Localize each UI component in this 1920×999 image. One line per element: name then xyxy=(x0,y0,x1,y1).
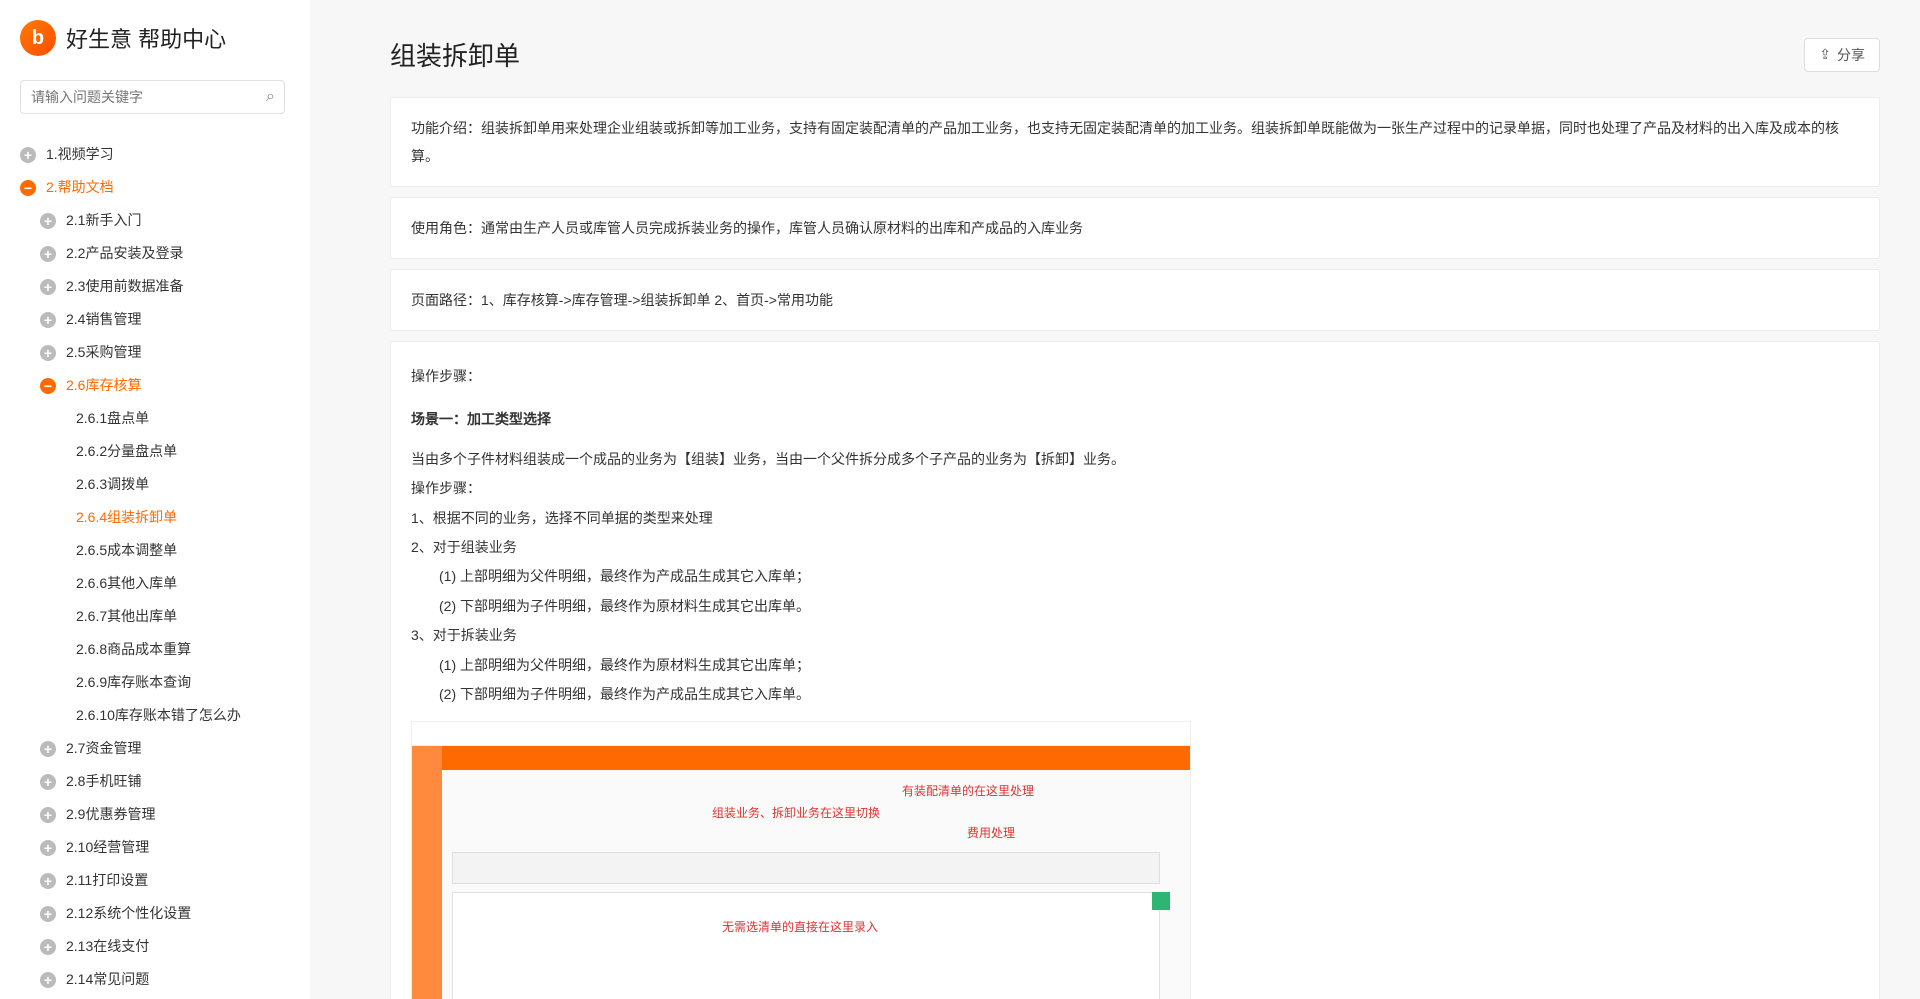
share-label: 分享 xyxy=(1837,45,1865,65)
nav-2-6-7[interactable]: 2.6.7其他出库单 xyxy=(20,600,310,633)
screenshot-image: 组装业务、拆卸业务在这里切换 有装配清单的在这里处理 费用处理 无需选清单的直接… xyxy=(411,721,1191,999)
nav-2-10[interactable]: +2.10经营管理 xyxy=(20,831,310,864)
plus-icon: + xyxy=(40,279,56,295)
plus-icon: + xyxy=(20,147,36,163)
nav-2-6-8[interactable]: 2.6.8商品成本重算 xyxy=(20,633,310,666)
nav-2-6-10[interactable]: 2.6.10库存账本错了怎么办 xyxy=(20,699,310,732)
logo-row: b 好生意 帮助中心 xyxy=(20,20,310,56)
plus-icon: + xyxy=(40,840,56,856)
main-content: 组装拆卸单 ⇪ 分享 功能介绍：组装拆卸单用来处理企业组装或拆卸等加工业务，支持… xyxy=(310,0,1920,999)
step-2a: (1) 上部明细为父件明细，最终作为产成品生成其它入库单； xyxy=(411,562,1859,591)
title-row: 组装拆卸单 ⇪ 分享 xyxy=(390,0,1880,97)
search-icon[interactable]: ⌕ xyxy=(266,88,275,106)
step-2: 2、对于组装业务 xyxy=(411,533,1859,562)
role-card: 使用角色：通常由生产人员或库管人员完成拆装业务的操作，库管人员确认原材料的出库和… xyxy=(390,197,1880,259)
nav-2-2[interactable]: +2.2产品安装及登录 xyxy=(20,237,310,270)
annot-fee: 费用处理 xyxy=(967,824,1015,841)
step-3: 3、对于拆装业务 xyxy=(411,621,1859,650)
logo-icon: b xyxy=(20,20,56,56)
scene1-desc: 当由多个子件材料组装成一个成品的业务为【组装】业务，当由一个父件拆分成多个子产品… xyxy=(411,445,1859,474)
page-title: 组装拆卸单 xyxy=(390,36,520,73)
plus-icon: + xyxy=(40,939,56,955)
plus-icon: + xyxy=(40,906,56,922)
plus-icon: + xyxy=(40,213,56,229)
site-title: 好生意 帮助中心 xyxy=(66,22,226,54)
minus-icon: − xyxy=(40,378,56,394)
step-3b: (2) 下部明细为子件明细，最终作为产成品生成其它入库单。 xyxy=(411,680,1859,709)
share-button[interactable]: ⇪ 分享 xyxy=(1804,38,1880,72)
scene1-title: 场景一：加工类型选择 xyxy=(411,405,1859,434)
nav-2-6[interactable]: −2.6库存核算 xyxy=(20,369,310,402)
search-input[interactable] xyxy=(20,80,285,114)
nav-2-3[interactable]: +2.3使用前数据准备 xyxy=(20,270,310,303)
intro-label: 功能介绍： xyxy=(411,120,481,136)
step-3a: (1) 上部明细为父件明细，最终作为原材料生成其它出库单； xyxy=(411,651,1859,680)
sub-ops-label: 操作步骤： xyxy=(411,474,1859,503)
plus-icon: + xyxy=(40,741,56,757)
nav-2-4[interactable]: +2.4销售管理 xyxy=(20,303,310,336)
img-table-header xyxy=(452,852,1160,884)
img-sidecol xyxy=(412,746,442,999)
step-1: 1、根据不同的业务，选择不同单据的类型来处理 xyxy=(411,504,1859,533)
annot-bom: 有装配清单的在这里处理 xyxy=(902,782,1034,799)
nav-2-6-6[interactable]: 2.6.6其他入库单 xyxy=(20,567,310,600)
nav-2-1[interactable]: +2.1新手入门 xyxy=(20,204,310,237)
plus-icon: + xyxy=(40,345,56,361)
plus-icon: + xyxy=(40,972,56,988)
steps-card: 操作步骤： 场景一：加工类型选择 当由多个子件材料组装成一个成品的业务为【组装】… xyxy=(390,341,1880,999)
nav-2-7[interactable]: +2.7资金管理 xyxy=(20,732,310,765)
intro-text: 组装拆卸单用来处理企业组装或拆卸等加工业务，支持有固定装配清单的产品加工业务，也… xyxy=(411,120,1839,164)
sidebar: b 好生意 帮助中心 ⌕ +1.视频学习 −2.帮助文档 +2.1新手入门 +2… xyxy=(0,0,310,999)
nav-tree: +1.视频学习 −2.帮助文档 +2.1新手入门 +2.2产品安装及登录 +2.… xyxy=(20,138,310,999)
role-label: 使用角色： xyxy=(411,220,481,236)
minus-icon: − xyxy=(20,180,36,196)
intro-card: 功能介绍：组装拆卸单用来处理企业组装或拆卸等加工业务，支持有固定装配清单的产品加… xyxy=(390,97,1880,187)
img-table-body xyxy=(452,892,1160,999)
nav-docs[interactable]: −2.帮助文档 xyxy=(20,171,310,204)
nav-2-12[interactable]: +2.12系统个性化设置 xyxy=(20,897,310,930)
nav-2-9[interactable]: +2.9优惠券管理 xyxy=(20,798,310,831)
path-text: 1、库存核算->库存管理->组装拆卸单 2、首页->常用功能 xyxy=(481,292,833,308)
plus-icon: + xyxy=(40,246,56,262)
path-label: 页面路径： xyxy=(411,292,481,308)
plus-icon: + xyxy=(40,807,56,823)
nav-2-6-9[interactable]: 2.6.9库存账本查询 xyxy=(20,666,310,699)
plus-icon: + xyxy=(40,312,56,328)
nav-2-8[interactable]: +2.8手机旺铺 xyxy=(20,765,310,798)
plus-icon: + xyxy=(40,774,56,790)
search-box: ⌕ xyxy=(20,80,285,114)
img-topbar xyxy=(412,722,1190,746)
share-icon: ⇪ xyxy=(1819,46,1831,63)
nav-2-6-1[interactable]: 2.6.1盘点单 xyxy=(20,402,310,435)
nav-2-6-3[interactable]: 2.6.3调拨单 xyxy=(20,468,310,501)
img-green-icon xyxy=(1152,892,1170,910)
nav-2-5[interactable]: +2.5采购管理 xyxy=(20,336,310,369)
nav-2-6-4[interactable]: 2.6.4组装拆卸单 xyxy=(20,501,310,534)
nav-2-11[interactable]: +2.11打印设置 xyxy=(20,864,310,897)
path-card: 页面路径：1、库存核算->库存管理->组装拆卸单 2、首页->常用功能 xyxy=(390,269,1880,331)
img-tabbar xyxy=(442,746,1190,770)
nav-2-6-2[interactable]: 2.6.2分量盘点单 xyxy=(20,435,310,468)
annot-switch: 组装业务、拆卸业务在这里切换 xyxy=(712,804,880,821)
plus-icon: + xyxy=(40,873,56,889)
step-2b: (2) 下部明细为子件明细，最终作为原材料生成其它出库单。 xyxy=(411,592,1859,621)
ops-label: 操作步骤： xyxy=(411,362,1859,391)
nav-2-6-5[interactable]: 2.6.5成本调整单 xyxy=(20,534,310,567)
role-text: 通常由生产人员或库管人员完成拆装业务的操作，库管人员确认原材料的出库和产成品的入… xyxy=(481,220,1083,236)
nav-2-13[interactable]: +2.13在线支付 xyxy=(20,930,310,963)
annot-direct: 无需选清单的直接在这里录入 xyxy=(722,918,878,935)
nav-2-14[interactable]: +2.14常见问题 xyxy=(20,963,310,996)
nav-video[interactable]: +1.视频学习 xyxy=(20,138,310,171)
